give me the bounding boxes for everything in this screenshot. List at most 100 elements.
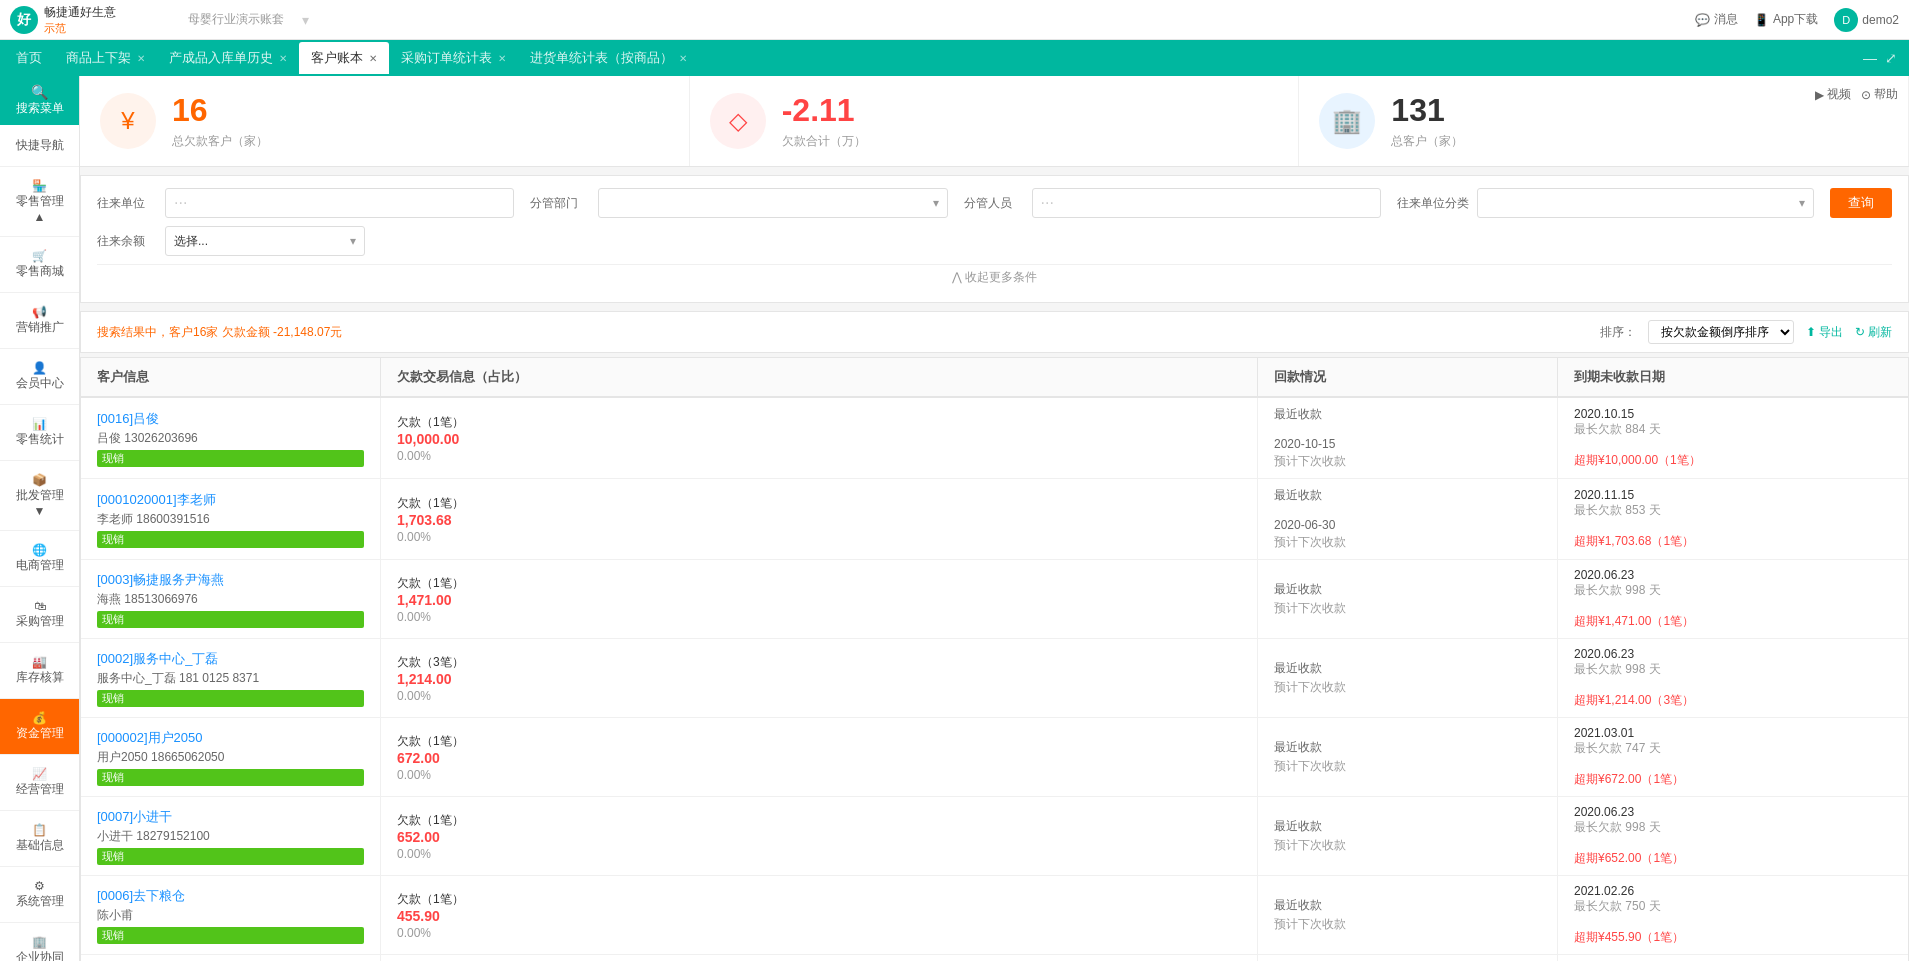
tab-customer-account[interactable]: 客户账本 ✕ <box>299 42 389 74</box>
from-unit-label: 往来单位 <box>97 195 157 212</box>
tab-production-close[interactable]: ✕ <box>279 53 287 64</box>
message-icon: 💬 <box>1695 13 1710 27</box>
sidebar-item-ecommerce[interactable]: 🌐 电商管理 <box>0 531 79 587</box>
tab-customer-account-close[interactable]: ✕ <box>369 53 377 64</box>
view-btn[interactable]: ▶ 视频 <box>1815 86 1851 103</box>
from-unit-dots: ··· <box>174 194 187 212</box>
tab-purchase-close[interactable]: ✕ <box>498 53 506 64</box>
sidebar-item-system[interactable]: ⚙ 系统管理 <box>0 867 79 923</box>
tab-expand-btn[interactable]: ⤢ <box>1885 50 1897 66</box>
query-button[interactable]: 查询 <box>1830 188 1892 218</box>
dept-input[interactable]: ▾ <box>598 188 947 218</box>
table-row: [0016]吕俊 吕俊 13026203696 现销 欠款（1笔） 10,000… <box>81 398 1908 479</box>
customer-name-1[interactable]: [0001020001]李老师 <box>97 491 364 509</box>
person-input[interactable]: ··· <box>1032 188 1381 218</box>
sidebar-search[interactable]: 🔍 搜索菜单 <box>0 76 79 125</box>
tab-inventory-close[interactable]: ✕ <box>679 53 687 64</box>
table-row: [0007]小进干 小进干 18279152100 现销 欠款（1笔） 652.… <box>81 797 1908 876</box>
sidebar-quick-nav[interactable]: 快捷导航 <box>0 125 79 167</box>
debt-info-1: 欠款（1笔） <box>397 495 1241 512</box>
sidebar-item-warehouse[interactable]: 🏭 库存核算 <box>0 643 79 699</box>
sidebar-item-retail-stats[interactable]: 📊 零售统计 <box>0 405 79 461</box>
td-customer-7: [000001]黄思源 黄思源 13552700226 现销 <box>81 955 381 961</box>
recent-label-5: 最近收款 <box>1274 818 1541 835</box>
td-customer-6: [0006]去下粮仓 陈小甫 现销 <box>81 876 381 954</box>
result-summary-text: 搜索结果中，客户16家 欠款金额 -21,148.07元 <box>97 325 342 339</box>
customer-name-6[interactable]: [0006]去下粮仓 <box>97 887 364 905</box>
stat-label-debtors: 总欠款客户（家） <box>172 133 268 150</box>
sidebar-item-retail-mgmt[interactable]: 🏪 零售管理 ▲ <box>0 167 79 237</box>
purchase-label: 采购管理 <box>16 613 64 630</box>
refresh-btn[interactable]: ↻ 刷新 <box>1855 324 1892 341</box>
sidebar-item-member[interactable]: 👤 会员中心 <box>0 349 79 405</box>
overdue-amount-3[interactable]: 超期¥1,214.00（3笔） <box>1574 692 1892 709</box>
tab-products-close[interactable]: ✕ <box>137 53 145 64</box>
customer-name-3[interactable]: [0002]服务中心_丁磊 <box>97 650 364 668</box>
company-dropdown-icon[interactable]: ▾ <box>302 12 309 28</box>
td-customer-4: [000002]用户2050 用户2050 18665062050 现销 <box>81 718 381 796</box>
tab-collapse-btn[interactable]: — <box>1863 50 1877 66</box>
sidebar-item-marketing[interactable]: 📢 营销推广 <box>0 293 79 349</box>
view-icon: ▶ <box>1815 88 1824 102</box>
customer-name-5[interactable]: [0007]小进干 <box>97 808 364 826</box>
tab-purchase-label: 采购订单统计表 <box>401 49 492 67</box>
table-row: [0006]去下粮仓 陈小甫 现销 欠款（1笔） 455.90 0.00% 最近… <box>81 876 1908 955</box>
debt-ratio-4: 0.00% <box>397 768 1241 782</box>
filter-row-1: 往来单位 ··· 分管部门 ▾ 分管人员 ··· <box>97 188 1892 218</box>
person-label: 分管人员 <box>964 195 1024 212</box>
recent-label-3: 最近收款 <box>1274 660 1541 677</box>
logo-sub: 示范 <box>44 21 116 36</box>
overdue-amount-4[interactable]: 超期¥672.00（1笔） <box>1574 771 1892 788</box>
sidebar-item-batch-mgmt[interactable]: 📦 批发管理 ▼ <box>0 461 79 531</box>
sidebar-item-enterprise[interactable]: 🏢 企业协同 <box>0 923 79 961</box>
tab-products[interactable]: 商品上下架 ✕ <box>54 42 157 74</box>
sidebar-item-finance[interactable]: 💰 资金管理 <box>0 699 79 755</box>
customer-name-0[interactable]: [0016]吕俊 <box>97 410 364 428</box>
unit-class-input[interactable]: ▾ <box>1477 188 1814 218</box>
export-btn[interactable]: ⬆ 导出 <box>1806 324 1843 341</box>
next-label-6: 预计下次收款 <box>1274 916 1541 933</box>
message-btn[interactable]: 💬 消息 <box>1695 11 1738 28</box>
remaining-input[interactable]: 选择... ▾ <box>165 226 365 256</box>
td-due-4: 2021.03.01 最长欠款 747 天 超期¥672.00（1笔） <box>1558 718 1908 796</box>
overdue-amount-2[interactable]: 超期¥1,471.00（1笔） <box>1574 613 1892 630</box>
td-due-0: 2020.10.15 最长欠款 884 天 超期¥10,000.00（1笔） <box>1558 398 1908 478</box>
sidebar-search-label: 搜索菜单 <box>4 100 75 117</box>
logo-icon: 好 <box>10 6 38 34</box>
overdue-amount-0[interactable]: 超期¥10,000.00（1笔） <box>1574 452 1892 469</box>
customer-name-4[interactable]: [000002]用户2050 <box>97 729 364 747</box>
stat-num-debt-total: -2.11 <box>782 92 866 129</box>
filter-collapse-btn[interactable]: ⋀ 收起更多条件 <box>97 264 1892 290</box>
overdue-amount-6[interactable]: 超期¥455.90（1笔） <box>1574 929 1892 946</box>
overdue-days-6: 最长欠款 750 天 <box>1574 898 1892 915</box>
tab-production[interactable]: 产成品入库单历史 ✕ <box>157 42 299 74</box>
overdue-amount-1[interactable]: 超期¥1,703.68（1笔） <box>1574 533 1892 550</box>
overdue-amount-5[interactable]: 超期¥652.00（1笔） <box>1574 850 1892 867</box>
td-recovery-7: 最近收款 预计下次收款 <box>1258 955 1558 961</box>
tab-purchase[interactable]: 采购订单统计表 ✕ <box>389 42 518 74</box>
from-unit-input[interactable]: ··· <box>165 188 514 218</box>
dept-arrow-icon: ▾ <box>933 196 939 210</box>
sidebar-item-purchase[interactable]: 🛍 采购管理 <box>0 587 79 643</box>
table-row: [0003]畅捷服务尹海燕 海燕 18513066976 现销 欠款（1笔） 1… <box>81 560 1908 639</box>
user-area[interactable]: D demo2 <box>1834 8 1899 32</box>
tab-home[interactable]: 首页 <box>4 42 54 74</box>
ops-label: 经营管理 <box>16 781 64 798</box>
sidebar-item-ops[interactable]: 📈 经营管理 <box>0 755 79 811</box>
customer-name-2[interactable]: [0003]畅捷服务尹海燕 <box>97 571 364 589</box>
customer-contact-0: 吕俊 13026203696 <box>97 430 364 447</box>
debt-amount-3: 1,214.00 <box>397 671 1241 687</box>
tab-inventory[interactable]: 进货单统计表（按商品） ✕ <box>518 42 699 74</box>
retail-stats-icon: 📊 <box>32 417 47 431</box>
help-btn[interactable]: ⊙ 帮助 <box>1861 86 1898 103</box>
debt-info-2: 欠款（1笔） <box>397 575 1241 592</box>
sort-select[interactable]: 按欠款金额倒序排序 <box>1648 320 1794 344</box>
export-icon: ⬆ <box>1806 325 1816 339</box>
customer-tag-5: 现销 <box>97 848 364 865</box>
debt-amount-0: 10,000.00 <box>397 431 1241 447</box>
app-download-btn[interactable]: 📱 App下载 <box>1754 11 1818 28</box>
sidebar-item-retail-mall[interactable]: 🛒 零售商城 <box>0 237 79 293</box>
warehouse-label: 库存核算 <box>16 669 64 686</box>
sidebar-item-basic[interactable]: 📋 基础信息 <box>0 811 79 867</box>
td-recovery-2: 最近收款 预计下次收款 <box>1258 560 1558 638</box>
